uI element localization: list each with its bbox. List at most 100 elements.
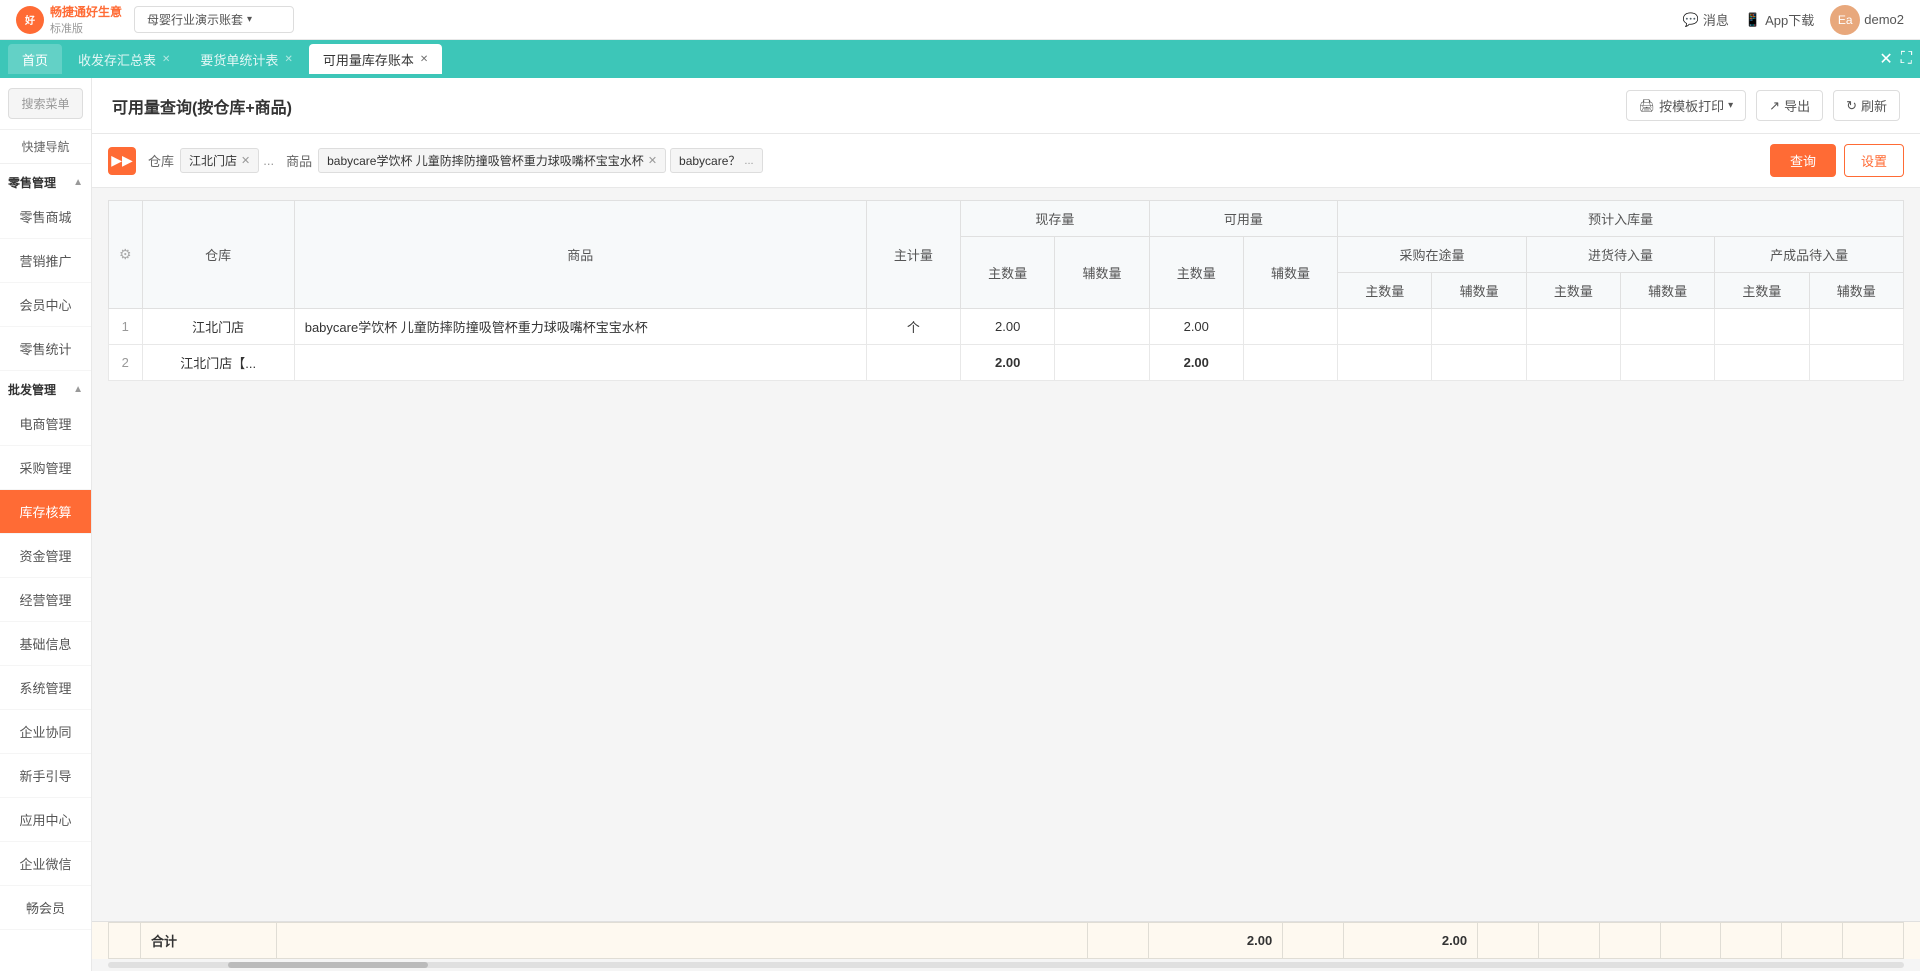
- sidebar-item-system[interactable]: 系统管理: [0, 666, 91, 710]
- footer-product-cell: [277, 923, 1088, 959]
- col-planned-header: 预计入库量: [1338, 201, 1904, 237]
- sidebar-item-member[interactable]: 会员中心: [0, 283, 91, 327]
- product-tag-babycare: babycare学饮杯 儿童防摔防撞吸管杯重力球吸嘴杯宝宝水杯 ✕: [318, 148, 666, 173]
- export-icon: ↗: [1769, 98, 1780, 114]
- tab-home[interactable]: 首页: [8, 44, 62, 74]
- row-1-available-aux: [1243, 309, 1337, 345]
- row-2-warehouse: 江北门店【...: [142, 345, 294, 381]
- tab-order-stats[interactable]: 要货单统计表 ✕: [186, 44, 306, 74]
- col-current-aux-header: 辅数量: [1055, 237, 1149, 309]
- warehouse-tag-close[interactable]: ✕: [241, 154, 250, 167]
- col-product-header: 商品: [294, 201, 866, 309]
- nav-tabs: 首页 收发存汇总表 ✕ 要货单统计表 ✕ 可用量库存账本 ✕ ✕ ⛶: [0, 40, 1920, 78]
- message-btn[interactable]: 💬 消息: [1683, 10, 1729, 29]
- sidebar-item-marketing[interactable]: 营销推广: [0, 239, 91, 283]
- page-title: 可用量查询(按仓库+商品): [112, 94, 292, 118]
- scroll-thumb[interactable]: [228, 962, 428, 968]
- row-1-current-main: 2.00: [961, 309, 1055, 345]
- table-settings-icon[interactable]: ⚙: [119, 246, 132, 262]
- sidebar-item-retail-stats[interactable]: 零售统计: [0, 327, 91, 371]
- page-actions: 🖨 按模板打印 ▾ ↗ 导出 ↻ 刷新: [1626, 90, 1900, 121]
- tab-available-stock-label: 可用量库存账本: [323, 50, 414, 69]
- filter-actions: 查询 设置: [1770, 144, 1904, 177]
- footer-available-aux: [1478, 923, 1539, 959]
- row-1-num: 1: [109, 309, 143, 345]
- warehouse-tag-jiangbei: 江北门店 ✕: [180, 148, 259, 173]
- col-main-unit-header: 主计量: [866, 201, 960, 309]
- warehouse-filter-more[interactable]: ...: [263, 153, 274, 168]
- industry-selector[interactable]: 母婴行业演示账套 ▾: [134, 6, 294, 33]
- col-current-stock-header: 现存量: [961, 201, 1150, 237]
- row-2-fp-main: [1715, 345, 1809, 381]
- sidebar-group-wholesale-arrow: ▲: [73, 384, 83, 395]
- app-download-btn[interactable]: 📱 App下载: [1745, 10, 1814, 29]
- tab-order-stats-close[interactable]: ✕: [284, 54, 292, 65]
- top-bar: 好 畅捷通好生意 标准版 母婴行业演示账套 ▾ 💬 消息 📱 App下载 Ea …: [0, 0, 1920, 40]
- sidebar-item-member-service[interactable]: 畅会员: [0, 886, 91, 930]
- sidebar-item-finance[interactable]: 资金管理: [0, 534, 91, 578]
- footer-available-main: 2.00: [1344, 923, 1478, 959]
- scroll-area[interactable]: [92, 959, 1920, 971]
- maximize-icon[interactable]: ⛶: [1901, 50, 1912, 68]
- sidebar-quick-nav[interactable]: 快捷导航: [0, 130, 91, 164]
- system-label: 系统管理: [19, 678, 71, 697]
- footer-current-main: 2.00: [1149, 923, 1283, 959]
- filter-expand-btn[interactable]: ▶▶: [108, 147, 136, 175]
- sidebar-item-wechat[interactable]: 企业微信: [0, 842, 91, 886]
- sidebar-item-retail-mall[interactable]: 零售商城: [0, 195, 91, 239]
- col-current-main-header: 主数量: [961, 237, 1055, 309]
- scroll-track: [108, 962, 1904, 968]
- product-tag-close[interactable]: ✕: [648, 154, 657, 167]
- table-row: 2 江北门店【... 2.00 2.00: [109, 345, 1904, 381]
- row-1-pt-aux: [1432, 309, 1526, 345]
- print-btn[interactable]: 🖨 按模板打印 ▾: [1626, 90, 1747, 121]
- tab-receive-send-close[interactable]: ✕: [162, 54, 170, 65]
- refresh-btn[interactable]: ↻ 刷新: [1833, 90, 1900, 121]
- sidebar-group-retail[interactable]: 零售管理 ▲: [0, 164, 91, 195]
- filter-settings-btn[interactable]: 设置: [1844, 144, 1904, 177]
- close-window-icon[interactable]: ✕: [1879, 49, 1892, 69]
- col-settings-header[interactable]: ⚙: [109, 201, 143, 309]
- sidebar-item-inventory[interactable]: 库存核算: [0, 490, 91, 534]
- table-container: ⚙ 仓库 商品 主计量 现存量 可用量 预计入库量 主数量 辅数量 主数量 辅数…: [92, 188, 1920, 921]
- retail-mall-label: 零售商城: [19, 207, 71, 226]
- tab-receive-send-label: 收发存汇总表: [78, 50, 156, 69]
- data-table: ⚙ 仓库 商品 主计量 现存量 可用量 预计入库量 主数量 辅数量 主数量 辅数…: [108, 200, 1904, 381]
- app-center-label: 应用中心: [19, 810, 71, 829]
- product-tag-label: babycare学饮杯 儿童防摔防撞吸管杯重力球吸嘴杯宝宝水杯: [327, 152, 644, 169]
- sidebar-item-basic-info[interactable]: 基础信息: [0, 622, 91, 666]
- sidebar-item-ecommerce[interactable]: 电商管理: [0, 402, 91, 446]
- sidebar-group-wholesale-label: 批发管理: [8, 381, 56, 398]
- content-area: 可用量查询(按仓库+商品) 🖨 按模板打印 ▾ ↗ 导出 ↻ 刷新 ▶▶: [92, 78, 1920, 971]
- tab-available-stock-close[interactable]: ✕: [420, 54, 428, 65]
- footer-row: 合计 2.00 2.00: [109, 923, 1904, 959]
- sidebar-item-app-center[interactable]: 应用中心: [0, 798, 91, 842]
- refresh-icon: ↻: [1846, 98, 1857, 114]
- tab-receive-send[interactable]: 收发存汇总表 ✕: [64, 44, 184, 74]
- row-2-available-aux: [1243, 345, 1337, 381]
- row-1-warehouse: 江北门店: [142, 309, 294, 345]
- row-1-ip-aux: [1621, 309, 1715, 345]
- avatar: Ea: [1830, 5, 1860, 35]
- product-filter-label: 商品: [286, 151, 312, 170]
- query-btn[interactable]: 查询: [1770, 144, 1836, 177]
- sidebar-group-wholesale[interactable]: 批发管理 ▲: [0, 371, 91, 402]
- export-label: 导出: [1784, 96, 1810, 115]
- sidebar-item-new-guide[interactable]: 新手引导: [0, 754, 91, 798]
- tab-available-stock[interactable]: 可用量库存账本 ✕: [309, 44, 442, 74]
- logo-icon: 好: [16, 6, 44, 34]
- row-2-available-main: 2.00: [1149, 345, 1243, 381]
- refresh-label: 刷新: [1861, 96, 1887, 115]
- member-label: 会员中心: [19, 295, 71, 314]
- footer-pt-aux: [1599, 923, 1660, 959]
- export-btn[interactable]: ↗ 导出: [1756, 90, 1823, 121]
- sidebar-item-operations[interactable]: 经营管理: [0, 578, 91, 622]
- col-warehouse-header: 仓库: [142, 201, 294, 309]
- product-tags: babycare学饮杯 儿童防摔防撞吸管杯重力球吸嘴杯宝宝水杯 ✕ babyca…: [318, 148, 762, 173]
- sidebar-item-purchase[interactable]: 采购管理: [0, 446, 91, 490]
- search-menu-btn[interactable]: 搜索菜单: [8, 88, 83, 119]
- user-area[interactable]: Ea demo2: [1830, 5, 1904, 35]
- sidebar-item-enterprise[interactable]: 企业协同: [0, 710, 91, 754]
- col-purchase-transit-header: 采购在途量: [1338, 237, 1527, 273]
- product-tag2-close[interactable]: ...: [744, 155, 753, 167]
